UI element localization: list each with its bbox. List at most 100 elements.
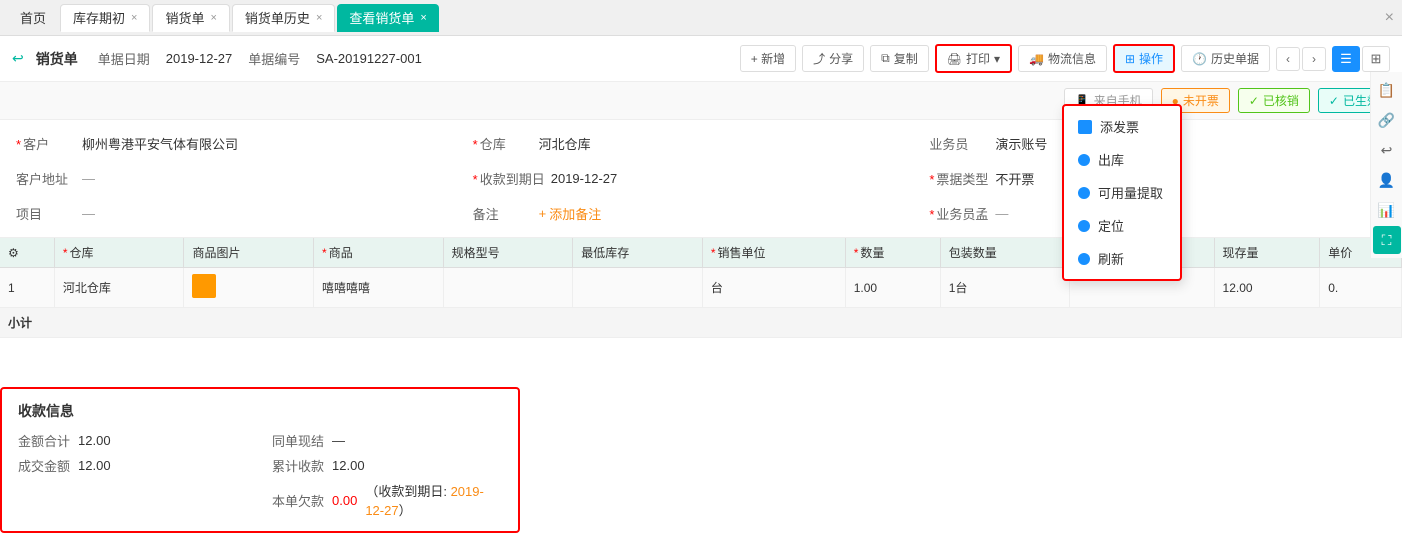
grid-view-button[interactable]: ⊞ xyxy=(1362,46,1390,72)
copy-button[interactable]: ⧉ 复制 xyxy=(870,45,929,72)
sidebar-link-icon[interactable]: 🔗 xyxy=(1373,106,1401,134)
row-min-stock xyxy=(573,268,703,308)
print-button[interactable]: 🖨 打印 ▾ xyxy=(935,44,1012,73)
project-row: 项目 — xyxy=(16,200,473,227)
warehouse-label: 仓库 xyxy=(473,134,533,153)
same-order-row: 同单现结 — xyxy=(272,431,502,450)
customer-row: 客户 柳州粤港平安气体有限公司 xyxy=(16,130,473,157)
project-value: — xyxy=(82,206,95,221)
due-date-label: 收款到期日 xyxy=(473,169,545,188)
next-button[interactable]: › xyxy=(1302,47,1326,71)
history-button[interactable]: 🕐 历史单据 xyxy=(1181,45,1270,72)
confirmed-button[interactable]: ✓ 已核销 xyxy=(1238,88,1310,113)
doc-title-icon: ↩ xyxy=(12,50,24,67)
tab-sales-order[interactable]: 销货单 × xyxy=(152,4,229,32)
confirmed-icon: ✓ xyxy=(1249,94,1259,108)
note-label: 备注 xyxy=(473,204,533,223)
copy-icon: ⧉ xyxy=(881,51,890,66)
row-spec xyxy=(443,268,573,308)
history-label: 历史单据 xyxy=(1211,50,1259,67)
salesperson-value: 演示账号 xyxy=(995,134,1047,153)
doc-meta: 单据日期 2019-12-27 单据编号 SA-20191227-001 xyxy=(98,49,422,68)
print-dropdown-arrow: ▾ xyxy=(994,52,1000,66)
sidebar-return-icon[interactable]: ↩ xyxy=(1373,136,1401,164)
col-stock: 现存量 xyxy=(1214,238,1320,268)
logistics-icon: 🚚 xyxy=(1029,52,1044,66)
ticket-type-label: 票据类型 xyxy=(929,169,989,188)
date-label: 单据日期 xyxy=(98,49,150,68)
refresh-label: 刷新 xyxy=(1098,249,1124,268)
due-date-row: 收款到期日 2019-12-27 xyxy=(473,165,930,192)
available-pickup-label: 可用量提取 xyxy=(1098,183,1163,202)
tab-view-sales[interactable]: 查看销货单 × xyxy=(337,4,438,32)
status-row: 📱 来自手机 ● 未开票 ✓ 已核销 ✓ 已生效 xyxy=(0,82,1402,120)
available-pickup-item[interactable]: 可用量提取 xyxy=(1064,176,1180,209)
locate-item[interactable]: 定位 xyxy=(1064,209,1180,242)
share-button[interactable]: ⤴ 分享 xyxy=(802,45,864,72)
cumulative-value: 12.00 xyxy=(332,458,365,473)
tab-sales-history[interactable]: 销货单历史 × xyxy=(232,4,335,32)
summary-box: 收款信息 金额合计 12.00 同单现结 — 成交金额 12.00 累计收款 1… xyxy=(0,387,520,533)
tab-home-label: 首页 xyxy=(20,8,46,27)
balance-date: 2019-12-27 xyxy=(365,484,483,518)
col-gear[interactable]: ⚙ xyxy=(0,238,54,268)
outbound-item[interactable]: 出库 xyxy=(1064,143,1180,176)
close-icon[interactable]: × xyxy=(316,12,322,24)
close-icon[interactable]: × xyxy=(210,12,216,24)
operation-label: 操作 xyxy=(1139,50,1163,67)
plus-icon: + xyxy=(539,206,547,221)
table-header-row: ⚙ 仓库 商品图片 商品 规格型号 最低库存 销售单位 数量 包装数量 可用量 … xyxy=(0,238,1402,268)
new-button[interactable]: + 新增 xyxy=(740,45,796,72)
add-invoice-label: 添发票 xyxy=(1100,117,1139,136)
outbound-label: 出库 xyxy=(1098,150,1124,169)
sidebar-chart-icon[interactable]: 📊 xyxy=(1373,196,1401,224)
close-window-button[interactable]: × xyxy=(1385,9,1394,27)
list-view-button[interactable]: ☰ xyxy=(1332,46,1360,72)
add-note-label: 添加备注 xyxy=(549,204,601,223)
project-label: 项目 xyxy=(16,204,76,223)
operation-button[interactable]: ⊞ 操作 xyxy=(1113,44,1175,73)
share-icon: ⤴ xyxy=(813,50,825,67)
row-index: 1 xyxy=(0,268,54,308)
tab-bar: 首页 库存期初 × 销货单 × 销货单历史 × 查看销货单 × × xyxy=(0,0,1402,36)
number-label: 单据编号 xyxy=(248,49,300,68)
row-product-img xyxy=(184,268,314,308)
tab-home[interactable]: 首页 xyxy=(8,4,58,32)
logistics-button[interactable]: 🚚 物流信息 xyxy=(1018,45,1107,72)
salesperson-label: 业务员 xyxy=(929,134,989,153)
address-label: 客户地址 xyxy=(16,169,76,188)
tab-inventory-init[interactable]: 库存期初 × xyxy=(60,4,150,32)
subtotal-label: 小计 xyxy=(0,308,1402,338)
tab-inventory-init-label: 库存期初 xyxy=(73,8,125,27)
cumulative-row: 累计收款 12.00 xyxy=(272,456,502,475)
table-row: 1 河北仓库 嘻嘻嘻嘻 台 1.00 1台 12.00 0. xyxy=(0,268,1402,308)
business-label: 业务员孟 xyxy=(929,204,989,223)
sidebar-user-icon[interactable]: 👤 xyxy=(1373,166,1401,194)
row-sales-unit: 台 xyxy=(702,268,845,308)
address-row: 客户地址 — xyxy=(16,165,473,192)
sidebar-expand-icon[interactable]: ⛶ xyxy=(1373,226,1401,254)
amount-total-label: 金额合计 xyxy=(18,431,70,450)
row-product: 嘻嘻嘻嘻 xyxy=(314,268,444,308)
add-invoice-item[interactable]: 添发票 xyxy=(1064,110,1180,143)
address-value: — xyxy=(82,171,95,186)
summary-grid: 金额合计 12.00 同单现结 — 成交金额 12.00 累计收款 12.00 xyxy=(18,431,502,519)
customer-label: 客户 xyxy=(16,134,76,153)
prev-button[interactable]: ‹ xyxy=(1276,47,1300,71)
form-area: 客户 柳州粤港平安气体有限公司 仓库 河北仓库 业务员 演示账号 客户地址 — … xyxy=(0,120,1402,237)
balance-row: 本单欠款 0.00 （收款到期日: 2019-12-27） xyxy=(272,481,502,519)
view-toggle: ☰ ⊞ xyxy=(1332,46,1390,72)
warehouse-row: 仓库 河北仓库 xyxy=(473,130,930,157)
refresh-item[interactable]: 刷新 xyxy=(1064,242,1180,275)
due-date-value: 2019-12-27 xyxy=(551,171,618,186)
business-value: — xyxy=(995,206,1008,221)
close-icon[interactable]: × xyxy=(131,12,137,24)
add-note-button[interactable]: + 添加备注 xyxy=(539,204,602,223)
ticket-type-value: 不开票 xyxy=(995,169,1034,188)
sidebar-clipboard-icon[interactable]: 📋 xyxy=(1373,76,1401,104)
confirmed-label: 已核销 xyxy=(1263,92,1299,109)
doc-header: ↩ 销货单 单据日期 2019-12-27 单据编号 SA-20191227-0… xyxy=(0,36,1402,82)
close-icon[interactable]: × xyxy=(420,12,426,24)
row-warehouse: 河北仓库 xyxy=(54,268,184,308)
history-icon: 🕐 xyxy=(1192,52,1207,66)
